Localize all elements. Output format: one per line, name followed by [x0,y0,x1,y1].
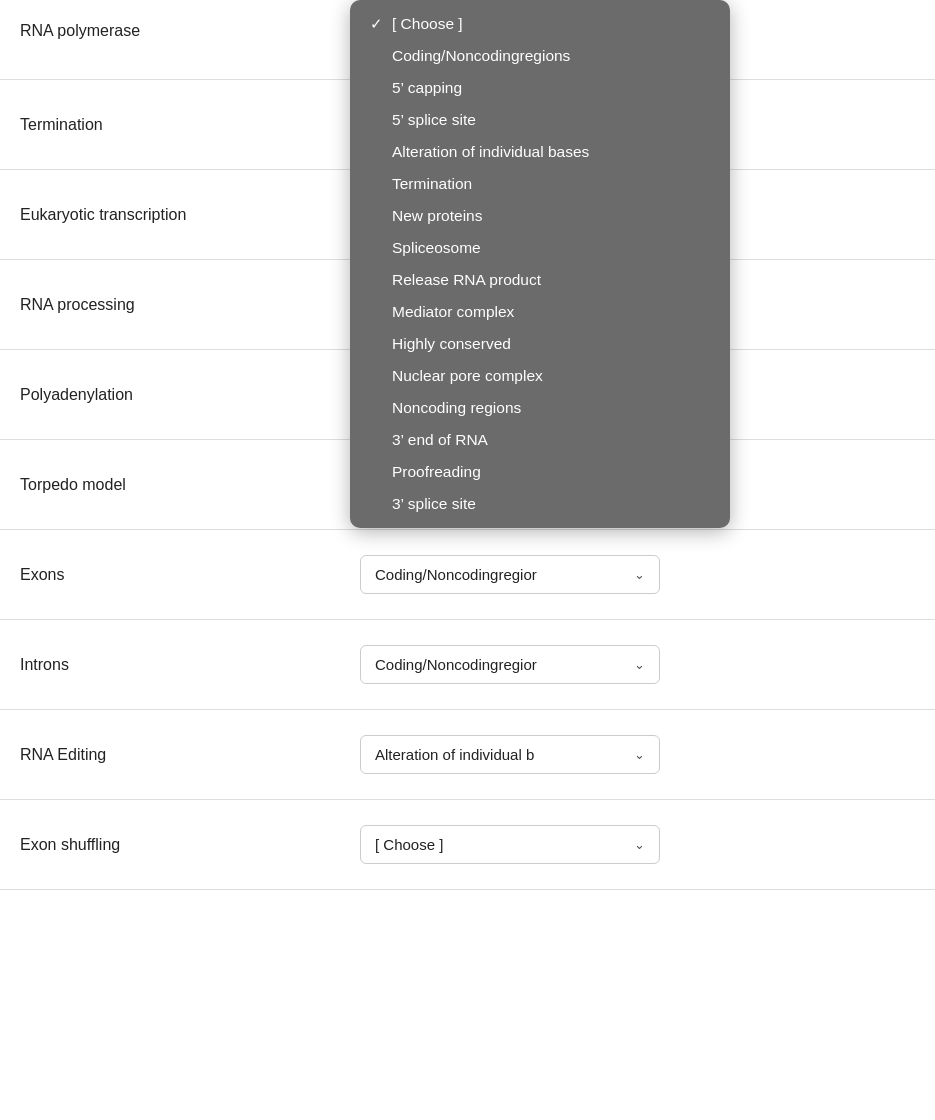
row-label-rna-editing: RNA Editing [20,746,360,764]
row-label-polyadenylation: Polyadenylation [20,386,360,404]
row-label-eukaryotic: Eukaryotic transcription [20,206,360,224]
chevron-down-icon: ⌄ [634,657,645,672]
table-row: RNA polymerase ✓[ Choose ] Coding/Noncodi… [0,0,935,80]
dropdown-item-three-end[interactable]: 3’ end of RNA [350,424,730,456]
dropdown-item-choose[interactable]: ✓[ Choose ] [350,8,730,40]
dropdown-item-label: Mediator complex [392,303,710,321]
dropdown-item-noncoding[interactable]: Noncoding regions [350,392,730,424]
row-label-exons: Exons [20,566,360,584]
rna-editing-select-value: Alteration of individual b [375,746,534,763]
introns-select-value: Coding/Noncodingregior [375,656,537,673]
exon-shuffling-select[interactable]: [ Choose ] ⌄ [360,825,660,864]
quiz-table: RNA polymerase ✓[ Choose ]Coding/Noncodi… [0,0,935,890]
chevron-down-icon: ⌄ [634,837,645,852]
row-control-introns: Coding/Noncodingregior ⌄ [360,645,915,684]
dropdown-item-coding-noncoding[interactable]: Coding/Noncodingregions [350,40,730,72]
chevron-down-icon: ⌄ [634,567,645,582]
dropdown-item-label: Termination [392,175,710,193]
dropdown-item-spliceosome[interactable]: Spliceosome [350,232,730,264]
row-control-exon-shuffling: [ Choose ] ⌄ [360,825,915,864]
dropdown-menu: ✓[ Choose ] Coding/Noncodingregions 5’ cap… [350,0,730,528]
dropdown-item-highly-conserved[interactable]: Highly conserved [350,328,730,360]
row-control-exons: Coding/Noncodingregior ⌄ [360,555,915,594]
dropdown-item-proofreading[interactable]: Proofreading [350,456,730,488]
dropdown-item-alteration[interactable]: Alteration of individual bases [350,136,730,168]
introns-select[interactable]: Coding/Noncodingregior ⌄ [360,645,660,684]
row-label-torpedo: Torpedo model [20,476,360,494]
table-row: RNA Editing Alteration of individual b ⌄ [0,710,935,800]
dropdown-item-label: 5’ splice site [392,111,710,129]
row-label-exon-shuffling: Exon shuffling [20,836,360,854]
dropdown-item-label: 5’ capping [392,79,710,97]
dropdown-item-nuclear-pore[interactable]: Nuclear pore complex [350,360,730,392]
exons-select[interactable]: Coding/Noncodingregior ⌄ [360,555,660,594]
dropdown-item-five-splice[interactable]: 5’ splice site [350,104,730,136]
dropdown-item-mediator[interactable]: Mediator complex [350,296,730,328]
dropdown-item-label: Highly conserved [392,335,710,353]
chevron-down-icon: ⌄ [634,747,645,762]
dropdown-item-label: Spliceosome [392,239,710,257]
table-row: Exon shuffling [ Choose ] ⌄ [0,800,935,890]
dropdown-item-label: Noncoding regions [392,399,710,417]
dropdown-item-release-rna[interactable]: Release RNA product [350,264,730,296]
dropdown-item-label: 3’ end of RNA [392,431,710,449]
dropdown-item-label: Coding/Noncodingregions [392,47,710,65]
dropdown-item-label: Release RNA product [392,271,710,289]
dropdown-item-label: [ Choose ] [392,15,710,33]
dropdown-item-label: Alteration of individual bases [392,143,710,161]
dropdown-item-five-capping[interactable]: 5’ capping [350,72,730,104]
dropdown-item-three-splice[interactable]: 3’ splice site [350,488,730,520]
dropdown-item-termination[interactable]: Termination [350,168,730,200]
dropdown-item-label: New proteins [392,207,710,225]
table-row: Introns Coding/Noncodingregior ⌄ [0,620,935,710]
exon-shuffling-select-value: [ Choose ] [375,836,443,853]
row-label-termination: Termination [20,116,360,134]
rna-editing-select[interactable]: Alteration of individual b ⌄ [360,735,660,774]
dropdown-item-label: Proofreading [392,463,710,481]
row-control-rna-editing: Alteration of individual b ⌄ [360,735,915,774]
row-label-rna-processing: RNA processing [20,296,360,314]
row-label-rna-polymerase: RNA polymerase [20,22,360,40]
row-label-introns: Introns [20,656,360,674]
dropdown-item-label: Nuclear pore complex [392,367,710,385]
table-row: Exons Coding/Noncodingregior ⌄ [0,530,935,620]
checkmark-icon: ✓ [370,15,392,33]
dropdown-item-label: 3’ splice site [392,495,710,513]
exons-select-value: Coding/Noncodingregior [375,566,537,583]
dropdown-item-new-proteins[interactable]: New proteins [350,200,730,232]
